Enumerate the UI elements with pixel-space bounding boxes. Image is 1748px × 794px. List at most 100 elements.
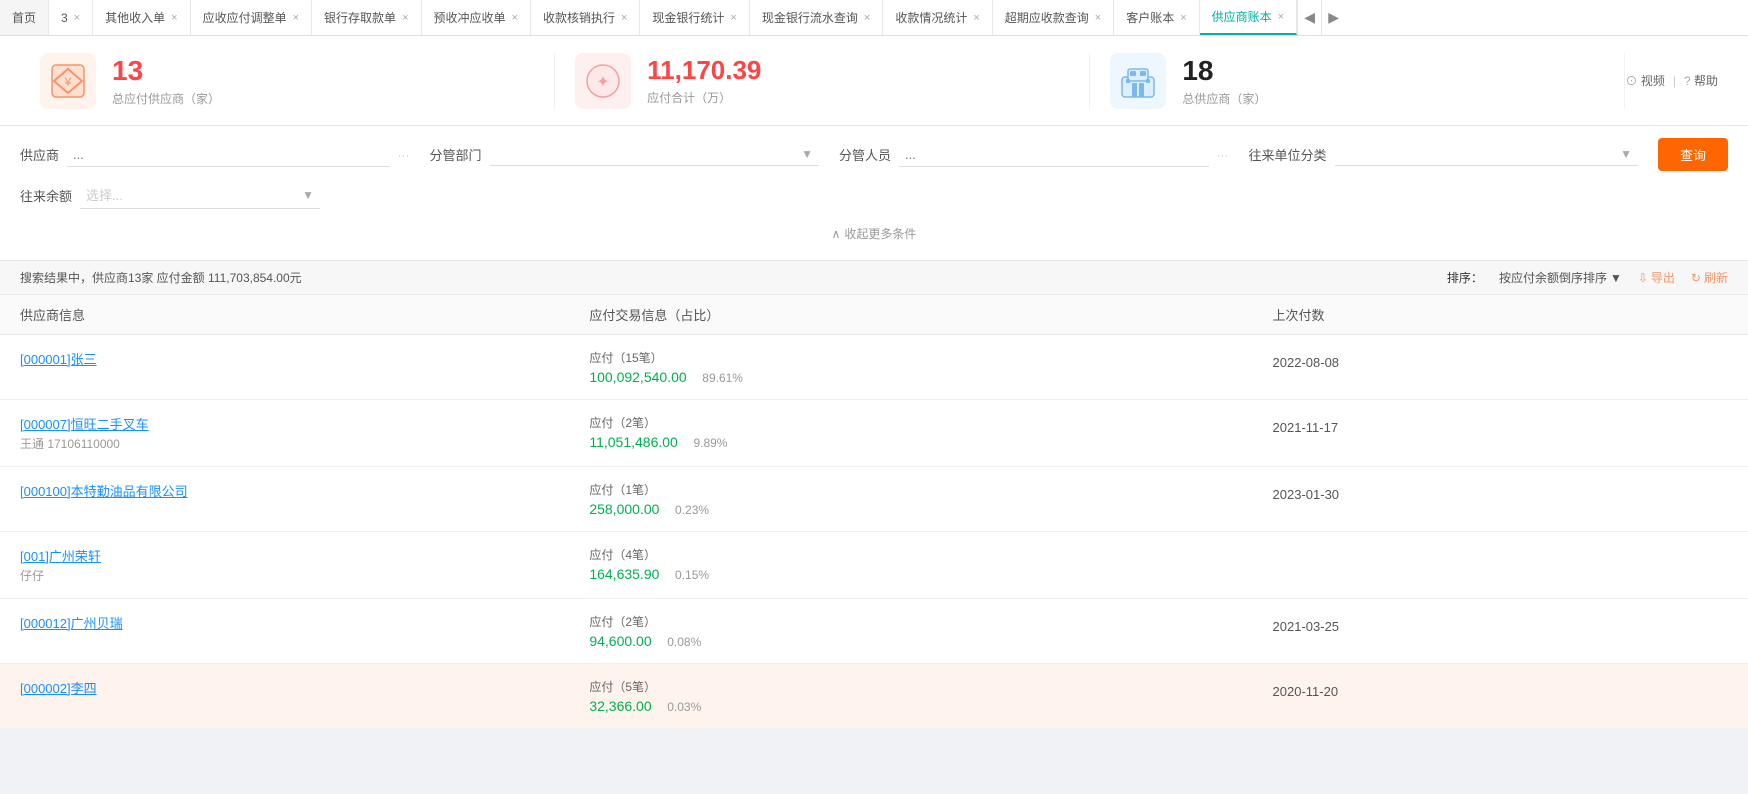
tab-ar-ap-adjust-label: 应收应付调整单 (203, 9, 287, 26)
tab-cash-bank-flow-close[interactable]: × (864, 12, 870, 24)
category-dropdown-arrow: ▼ (1620, 147, 1632, 161)
table-row: [000001]张三 应付（15笔） 100,092,540.00 89.61%… (0, 335, 1748, 400)
dept-filter-label: 分管部门 (430, 145, 482, 164)
tab-ar-ap-adjust[interactable]: 应收应付调整单 × (191, 0, 312, 35)
total-suppliers-number: 18 (1182, 54, 1266, 88)
export-icon: ⇩ (1638, 271, 1648, 285)
transaction-percent: 0.03% (667, 700, 701, 714)
tab-other-income-close[interactable]: × (171, 12, 177, 24)
tab-bank-deposit-close[interactable]: × (402, 12, 408, 24)
query-button[interactable]: 查询 (1658, 138, 1728, 171)
transaction-amount[interactable]: 32,366.00 (589, 698, 651, 714)
person-filter-input[interactable] (899, 143, 1208, 167)
tab-other-income[interactable]: 其他收入单 × (93, 0, 190, 35)
tab-cash-bank-stat-close[interactable]: × (730, 12, 736, 24)
last-payment-date: 2022-08-08 (1273, 349, 1728, 370)
tab-supplier-ledger-close[interactable]: × (1278, 11, 1284, 23)
tab-3-close[interactable]: × (74, 12, 80, 24)
tab-collection-label: 收款核销执行 (543, 9, 615, 26)
tab-collection[interactable]: 收款核销执行 × (531, 0, 640, 35)
filter-supplier: 供应商 ··· (20, 143, 410, 167)
person-filter-label: 分管人员 (839, 145, 891, 164)
supplier-filter-input[interactable] (67, 143, 389, 167)
tab-prepay-close[interactable]: × (512, 12, 518, 24)
tab-home[interactable]: 首页 (0, 0, 49, 35)
transaction-percent: 0.23% (675, 503, 709, 517)
filter-row-2: 往来余额 选择... ▼ (20, 181, 1728, 209)
filter-balance: 往来余额 选择... ▼ (20, 181, 320, 209)
total-suppliers-icon (1110, 53, 1166, 109)
tab-supplier-ledger[interactable]: 供应商账本 × (1200, 0, 1297, 35)
transaction-label: 应付（4笔） (589, 546, 1272, 563)
tab-overdue-ar[interactable]: 超期应收款查询 × (993, 0, 1114, 35)
last-payment-cell: 2021-03-25 (1273, 613, 1728, 634)
last-payment-cell: 2022-08-08 (1273, 349, 1728, 370)
table-row: [000100]本特勤油品有限公司 应付（1笔） 258,000.00 0.23… (0, 467, 1748, 532)
supplier-name-link[interactable]: [000001]张三 (20, 349, 589, 368)
tab-overdue-ar-close[interactable]: × (1095, 12, 1101, 24)
transaction-amount[interactable]: 164,635.90 (589, 566, 659, 582)
supplier-info-cell: [001]广州荣轩 仔仔 (20, 546, 589, 584)
supplier-name-link[interactable]: [000007]恒旺二手叉车 (20, 414, 589, 433)
supplier-contact: 仔仔 (20, 567, 589, 584)
balance-filter-label: 往来余额 (20, 186, 72, 205)
refresh-label: 刷新 (1704, 269, 1728, 286)
separator: | (1673, 74, 1676, 88)
tab-customer-ledger[interactable]: 客户账本 × (1114, 0, 1199, 35)
tab-cash-bank-stat[interactable]: 现金银行统计 × (640, 0, 749, 35)
last-payment-date: 2020-11-20 (1273, 678, 1728, 699)
dept-dropdown-arrow: ▼ (801, 147, 813, 161)
transaction-label: 应付（15笔） (589, 349, 1272, 366)
filter-dept: 分管部门 ▼ (430, 143, 820, 166)
supplier-name-link[interactable]: [000012]广州贝瑞 (20, 613, 589, 632)
supplier-name-link[interactable]: [000100]本特勤油品有限公司 (20, 481, 589, 500)
dept-filter-select[interactable]: ▼ (490, 143, 819, 166)
table-row: [000002]李四 应付（5笔） 32,366.00 0.03% 2020-1… (0, 664, 1748, 729)
collapse-label: 收起更多条件 (844, 225, 916, 242)
transaction-percent: 0.15% (675, 568, 709, 582)
category-filter-label: 往来单位分类 (1249, 145, 1327, 164)
ap-suppliers-info: 13 总应付供应商（家） (112, 54, 220, 107)
person-ellipsis-icon[interactable]: ··· (1217, 148, 1229, 162)
last-payment-cell: 2023-01-30 (1273, 481, 1728, 502)
export-button[interactable]: ⇩ 导出 (1638, 269, 1675, 286)
total-suppliers-info: 18 总供应商（家） (1182, 54, 1266, 107)
tab-bank-deposit[interactable]: 银行存取款单 × (312, 0, 421, 35)
category-filter-select[interactable]: ▼ (1335, 143, 1638, 166)
supplier-info-cell: [000007]恒旺二手叉车 王通 17106110000 (20, 414, 589, 452)
transaction-info-cell: 应付（2笔） 11,051,486.00 9.89% (589, 414, 1272, 450)
supplier-name-link[interactable]: [000002]李四 (20, 678, 589, 697)
transaction-amount-row: 100,092,540.00 89.61% (589, 369, 1272, 385)
tab-ar-ap-adjust-close[interactable]: × (293, 12, 299, 24)
tab-payment-stat[interactable]: 收款情况统计 × (883, 0, 992, 35)
summary-bar: ¥ 13 总应付供应商（家） ✦ 11,170.39 应付合计（万） (0, 36, 1748, 126)
nav-prev-arrow[interactable]: ◀ (1297, 0, 1321, 35)
transaction-amount[interactable]: 258,000.00 (589, 501, 659, 517)
tab-overdue-ar-label: 超期应收款查询 (1005, 9, 1089, 26)
tab-prepay[interactable]: 预收冲应收单 × (422, 0, 531, 35)
tab-payment-stat-close[interactable]: × (973, 12, 979, 24)
transaction-amount[interactable]: 11,051,486.00 (589, 434, 678, 450)
table-header: 供应商信息 应付交易信息（占比） 上次付数 (0, 295, 1748, 335)
video-link[interactable]: ⊙ 视频 (1625, 72, 1664, 89)
transaction-label: 应付（2笔） (589, 414, 1272, 431)
collapse-button[interactable]: ∧ 收起更多条件 (20, 219, 1728, 248)
tab-customer-ledger-close[interactable]: × (1180, 12, 1186, 24)
transaction-amount[interactable]: 100,092,540.00 (589, 369, 686, 385)
nav-next-arrow[interactable]: ▶ (1321, 0, 1345, 35)
sort-select[interactable]: 按应付余额倒序排序 ▼ (1499, 269, 1622, 286)
tab-cash-bank-flow[interactable]: 现金银行流水查询 × (750, 0, 883, 35)
tab-collection-close[interactable]: × (621, 12, 627, 24)
supplier-ellipsis-icon[interactable]: ··· (398, 148, 410, 162)
filter-category: 往来单位分类 ▼ (1249, 143, 1639, 166)
balance-filter-select[interactable]: 选择... ▼ (80, 181, 320, 209)
summary-card-total-suppliers: 18 总供应商（家） (1090, 53, 1625, 109)
supplier-name-link[interactable]: [001]广州荣轩 (20, 546, 589, 565)
refresh-button[interactable]: ↻ 刷新 (1691, 269, 1728, 286)
tab-customer-ledger-label: 客户账本 (1126, 9, 1174, 26)
table-body: [000001]张三 应付（15笔） 100,092,540.00 89.61%… (0, 335, 1748, 729)
summary-card-ap-total: ✦ 11,170.39 应付合计（万） (555, 53, 1090, 109)
help-link[interactable]: ? 帮助 (1684, 72, 1718, 89)
tab-3[interactable]: 3 × (49, 0, 93, 35)
transaction-amount[interactable]: 94,600.00 (589, 633, 651, 649)
